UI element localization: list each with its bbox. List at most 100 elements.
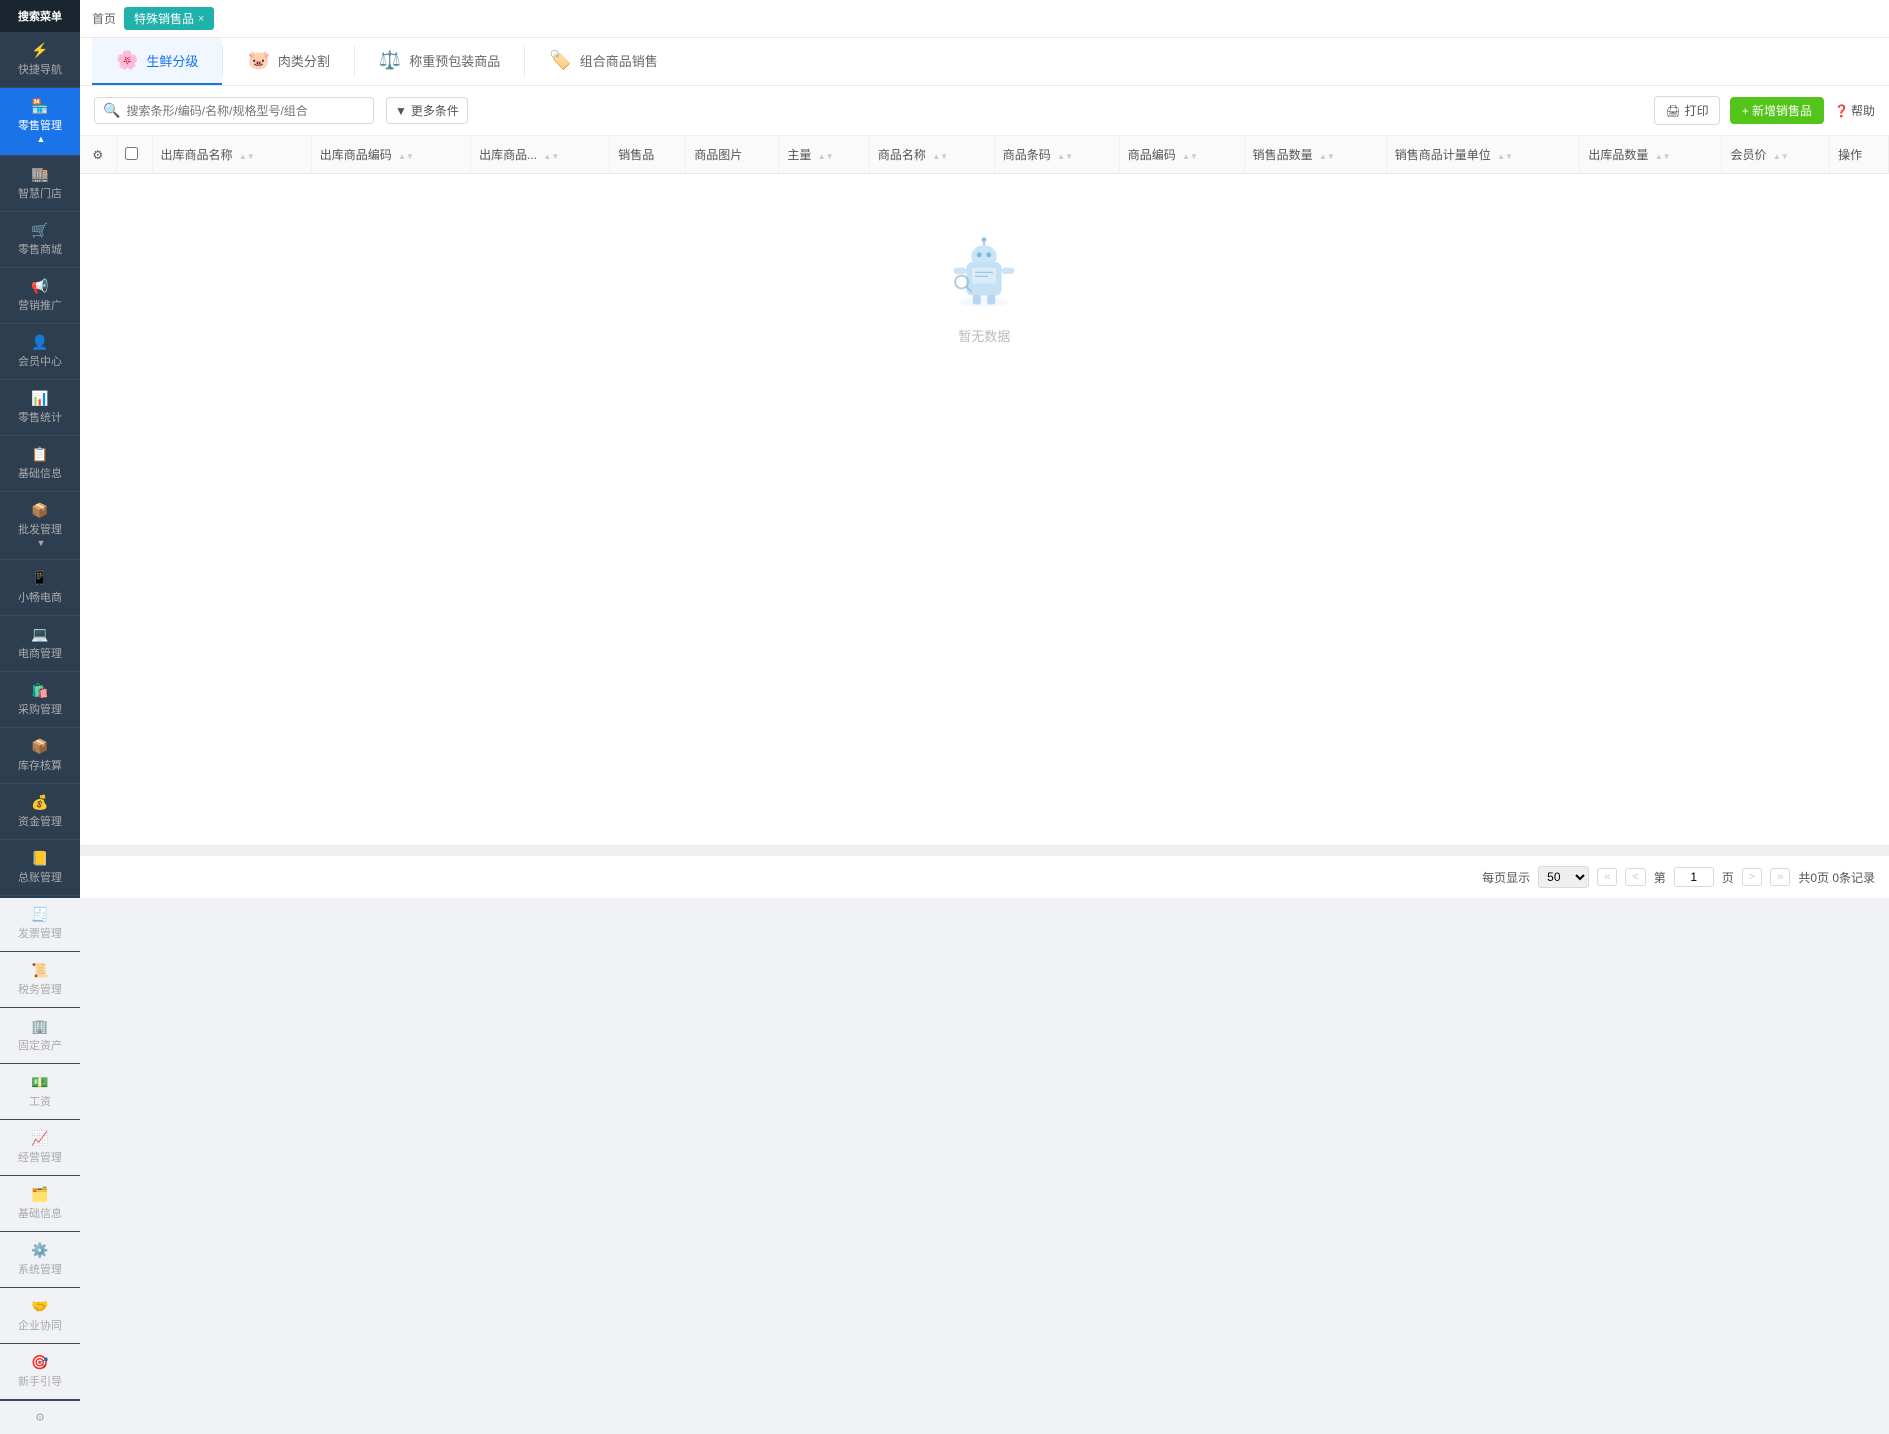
col-out-qty[interactable]: 出库品数量 ▲▼ — [1580, 136, 1722, 174]
search-box[interactable]: 🔍 — [94, 97, 374, 124]
col-out-code[interactable]: 出库商品编码 ▲▼ — [311, 136, 470, 174]
sidebar-item-label: 经营管理 — [5, 1149, 75, 1165]
sidebar-item-purchase[interactable]: 🛍️ 采购管理 — [0, 672, 80, 728]
col-goods-code-label: 商品编码 — [1128, 148, 1176, 162]
print-label: 打印 — [1685, 102, 1709, 119]
sort-arrows-out-name[interactable]: ▲▼ — [239, 153, 255, 161]
col-out-spec[interactable]: 出库商品... ▲▼ — [471, 136, 610, 174]
sidebar-item-promotion[interactable]: 📢 营销推广 — [0, 268, 80, 324]
help-button[interactable]: ❓ 帮助 — [1834, 102, 1875, 119]
col-settings[interactable]: ⚙ — [80, 136, 116, 174]
sort-arrows-out-qty[interactable]: ▲▼ — [1655, 153, 1671, 161]
sidebar-item-operations[interactable]: 📈 经营管理 — [0, 1120, 80, 1176]
tab-scale[interactable]: ⚖️ 称重预包装商品 — [355, 38, 524, 85]
column-settings-icon[interactable]: ⚙ — [92, 148, 103, 162]
sidebar-settings[interactable]: ⚙ — [0, 1400, 80, 1434]
col-out-code-label: 出库商品编码 — [320, 148, 392, 162]
tab-close-button[interactable]: × — [198, 13, 204, 25]
sidebar-item-salary[interactable]: 💵 工资 — [0, 1064, 80, 1120]
sort-arrows-out-spec[interactable]: ▲▼ — [543, 153, 559, 161]
horizontal-scrollbar[interactable] — [80, 845, 1889, 855]
last-page-button[interactable]: » — [1770, 868, 1790, 886]
sidebar-item-newbie[interactable]: 🎯 新手引导 — [0, 1344, 80, 1400]
col-sale-qty[interactable]: 销售品数量 ▲▼ — [1244, 136, 1386, 174]
inventory-icon: 📦 — [5, 738, 75, 755]
sidebar-item-label: 批发管理 — [5, 521, 75, 537]
sidebar-item-label: 资金管理 — [5, 813, 75, 829]
page-input[interactable] — [1674, 867, 1714, 887]
search-input[interactable] — [126, 104, 365, 118]
sidebar-item-retail[interactable]: 🏪 零售管理 ▲ — [0, 88, 80, 156]
tab-fresh[interactable]: 🌸 生鲜分级 — [92, 38, 222, 85]
add-label: + 新增销售品 — [1742, 102, 1812, 119]
sidebar-item-basic-info[interactable]: 📋 基础信息 — [0, 436, 80, 492]
quick-nav-icon: ⚡ — [5, 42, 75, 59]
col-member-price[interactable]: 会员价 ▲▼ — [1722, 136, 1830, 174]
current-tab-tag[interactable]: 特殊销售品 × — [124, 7, 214, 30]
sidebar-item-ledger[interactable]: 📒 总账管理 — [0, 840, 80, 896]
pagination: 每页显示 50 10 20 100 « < 第 页 > » 共0页 0条记录 — [80, 855, 1889, 898]
tab-bar: 🌸 生鲜分级 🐷 肉类分割 ⚖️ 称重预包装商品 🏷️ 组合商品销售 — [80, 38, 1889, 86]
tab-meat[interactable]: 🐷 肉类分割 — [223, 38, 353, 85]
sort-arrows-out-code[interactable]: ▲▼ — [398, 153, 414, 161]
col-goods-code[interactable]: 商品编码 ▲▼ — [1119, 136, 1244, 174]
sidebar-item-fixed-asset[interactable]: 🏢 固定资产 — [0, 1008, 80, 1064]
scale-icon: ⚖️ — [379, 50, 401, 71]
sidebar-item-label: 零售商城 — [5, 241, 75, 257]
print-button[interactable]: 🖨 打印 — [1654, 96, 1719, 125]
sidebar-item-invoice[interactable]: 🧾 发票管理 — [0, 896, 80, 952]
first-page-button[interactable]: « — [1597, 868, 1617, 886]
sidebar-item-system[interactable]: ⚙️ 系统管理 — [0, 1232, 80, 1288]
col-out-name[interactable]: 出库商品名称 ▲▼ — [152, 136, 311, 174]
sidebar-item-tax[interactable]: 📜 税务管理 — [0, 952, 80, 1008]
sort-arrows-weight[interactable]: ▲▼ — [818, 153, 834, 161]
sidebar-item-ecommerce[interactable]: 💻 电商管理 — [0, 616, 80, 672]
sort-arrows-sale-unit[interactable]: ▲▼ — [1497, 153, 1513, 161]
table-wrap: ⚙ 出库商品名称 ▲▼ 出库商品编码 ▲▼ — [80, 136, 1889, 845]
sidebar-item-smart-store[interactable]: 🏬 智慧门店 — [0, 156, 80, 212]
sidebar-item-wholesale[interactable]: 📦 批发管理 ▼ — [0, 492, 80, 560]
sidebar-item-finance[interactable]: 💰 资金管理 — [0, 784, 80, 840]
col-weight[interactable]: 主量 ▲▼ — [779, 136, 870, 174]
breadcrumb-home[interactable]: 首页 — [92, 10, 116, 27]
sidebar-item-quick-nav[interactable]: ⚡ 快捷导航 — [0, 32, 80, 88]
col-goods-barcode[interactable]: 商品条码 ▲▼ — [994, 136, 1119, 174]
col-checkbox[interactable] — [116, 136, 152, 174]
operations-icon: 📈 — [5, 1130, 75, 1147]
add-sale-goods-button[interactable]: + 新增销售品 — [1730, 97, 1824, 124]
sort-arrows-member-price[interactable]: ▲▼ — [1773, 153, 1789, 161]
sort-arrows-sale-qty[interactable]: ▲▼ — [1319, 153, 1335, 161]
sidebar-item-retail-mall[interactable]: 🛒 零售商城 — [0, 212, 80, 268]
data-table: ⚙ 出库商品名称 ▲▼ 出库商品编码 ▲▼ — [80, 136, 1889, 405]
next-page-button[interactable]: > — [1742, 868, 1762, 886]
fixed-asset-icon: 🏢 — [5, 1018, 75, 1035]
sidebar-item-basic-data[interactable]: 🗂️ 基础信息 — [0, 1176, 80, 1232]
sidebar-item-inventory[interactable]: 📦 库存核算 — [0, 728, 80, 784]
sort-arrows-goods-code[interactable]: ▲▼ — [1182, 153, 1198, 161]
page-label-suffix: 页 — [1722, 869, 1734, 886]
col-sale-unit[interactable]: 销售商品计量单位 ▲▼ — [1386, 136, 1580, 174]
page-label-prefix: 第 — [1654, 869, 1666, 886]
tab-combo[interactable]: 🏷️ 组合商品销售 — [525, 38, 681, 85]
sidebar-item-ecommerce-mini[interactable]: 📱 小畅电商 — [0, 560, 80, 616]
basic-info-icon: 📋 — [5, 446, 75, 463]
sidebar-item-cooperation[interactable]: 🤝 企业协同 — [0, 1288, 80, 1344]
sidebar-item-retail-stat[interactable]: 📊 零售统计 — [0, 380, 80, 436]
prev-page-button[interactable]: < — [1625, 868, 1645, 886]
sidebar: 搜索菜单 ⚡ 快捷导航 🏪 零售管理 ▲ 🏬 智慧门店 🛒 零售商城 📢 营销推… — [0, 0, 80, 898]
chevron-icon: ▲ — [37, 134, 46, 144]
col-goods-name[interactable]: 商品名称 ▲▼ — [869, 136, 994, 174]
sidebar-item-label: 采购管理 — [5, 701, 75, 717]
more-conditions-button[interactable]: ▼ 更多条件 — [386, 97, 468, 124]
sidebar-item-member[interactable]: 👤 会员中心 — [0, 324, 80, 380]
select-all-checkbox[interactable] — [125, 147, 138, 160]
purchase-icon: 🛍️ — [5, 682, 75, 699]
per-page-select[interactable]: 50 10 20 100 — [1538, 866, 1589, 888]
smart-store-icon: 🏬 — [5, 166, 75, 183]
empty-state-row: 暂无数据 — [80, 174, 1889, 406]
sort-arrows-goods-name[interactable]: ▲▼ — [932, 153, 948, 161]
more-conditions-label: 更多条件 — [411, 102, 459, 119]
print-icon: 🖨 — [1665, 104, 1680, 118]
invoice-icon: 🧾 — [5, 906, 75, 923]
sort-arrows-goods-barcode[interactable]: ▲▼ — [1057, 153, 1073, 161]
